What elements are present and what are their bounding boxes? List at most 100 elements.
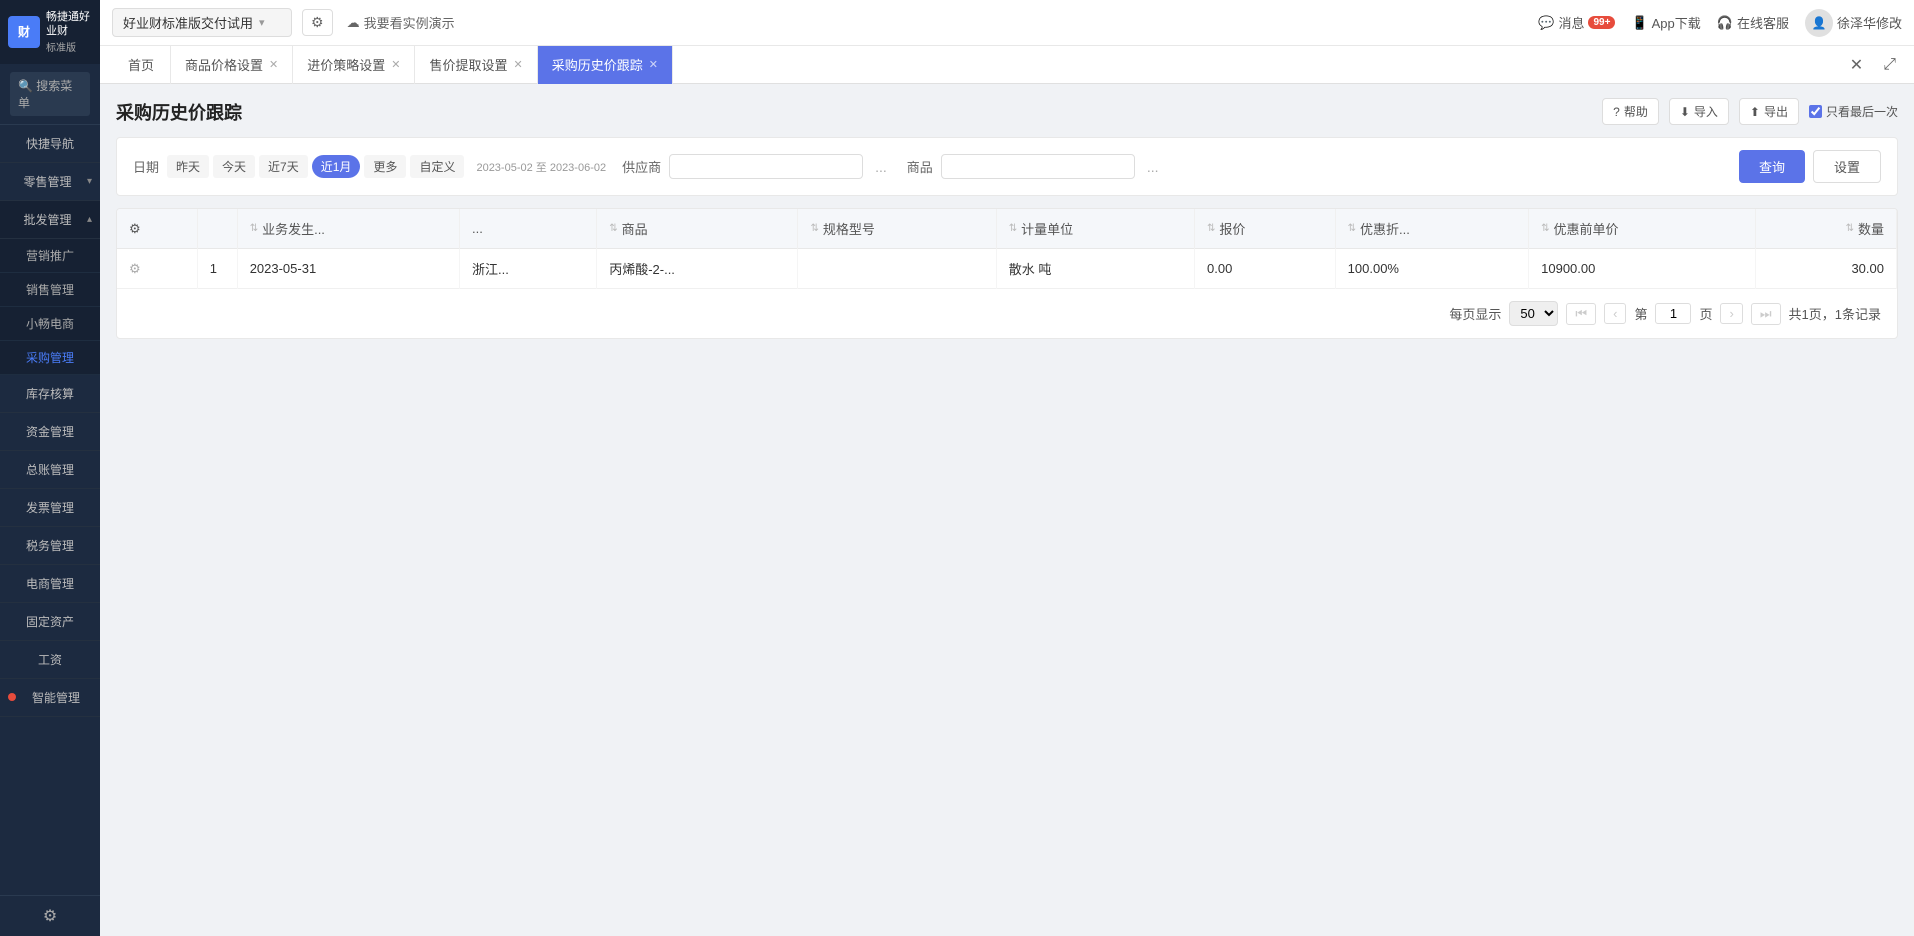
per-page-select[interactable]: 50	[1509, 301, 1558, 326]
date-chip-yesterday[interactable]: 昨天	[167, 155, 209, 178]
col-date-label: 业务发生...	[262, 219, 325, 238]
chevron-down-icon: ▾	[259, 16, 265, 29]
sidebar-item-sales[interactable]: 销售管理	[0, 273, 100, 307]
product-input[interactable]	[941, 154, 1135, 179]
date-chip-more[interactable]: 更多	[364, 155, 406, 178]
tab-sale-price[interactable]: 售价提取设置 ✕	[415, 46, 537, 84]
mobile-icon: 📱	[1631, 15, 1647, 31]
settings-button[interactable]: 设置	[1813, 150, 1881, 183]
close-tab-button[interactable]: ✕	[1844, 53, 1869, 77]
sidebar-item-quick-nav[interactable]: 快捷导航	[0, 125, 100, 163]
sidebar-gear-button[interactable]: ⚙	[43, 906, 57, 926]
date-chip-today[interactable]: 今天	[213, 155, 255, 178]
col-discount[interactable]: ⇅ 优惠折...	[1335, 209, 1528, 249]
date-chip-1month[interactable]: 近1月	[312, 155, 361, 178]
app-download-button[interactable]: 📱 App下载	[1631, 13, 1700, 32]
sort-icon: ⇅	[1348, 223, 1356, 234]
logo-text: 畅捷通好业财	[46, 10, 92, 39]
query-button[interactable]: 查询	[1739, 150, 1805, 183]
tab-close-icon[interactable]: ✕	[514, 58, 523, 71]
tab-close-icon[interactable]: ✕	[269, 58, 278, 71]
table-header-row: ⚙ ⇅ 业务发生... ...	[117, 209, 1897, 249]
page-actions: ? 帮助 ⬇ 导入 ⬆ 导出 只看最后一次	[1602, 98, 1898, 125]
data-table: ⚙ ⇅ 业务发生... ...	[117, 209, 1897, 289]
pagination-last-button[interactable]: ⏭	[1751, 303, 1781, 325]
tab-product-price[interactable]: 商品价格设置 ✕	[171, 46, 293, 84]
col-extra[interactable]: ...	[460, 209, 597, 249]
supplier-input[interactable]	[669, 154, 863, 179]
sidebar-item-smart-mgmt[interactable]: 智能管理	[0, 679, 100, 717]
col-settings[interactable]: ⚙	[117, 209, 197, 249]
sidebar-item-ecommerce-small[interactable]: 小畅电商	[0, 307, 100, 341]
sidebar-item-tax[interactable]: 税务管理	[0, 527, 100, 565]
col-date[interactable]: ⇅ 业务发生...	[237, 209, 459, 249]
sidebar-item-purchase[interactable]: 采购管理	[0, 341, 100, 375]
help-button[interactable]: ? 帮助	[1602, 98, 1659, 125]
tab-purchase-history[interactable]: 采购历史价跟踪 ✕	[538, 46, 673, 84]
tab-close-icon[interactable]: ✕	[649, 58, 658, 71]
tab-home[interactable]: 首页	[112, 46, 171, 84]
expand-button[interactable]: ⤢	[1877, 54, 1902, 76]
col-pre-discount-price[interactable]: ⇅ 优惠前单价	[1529, 209, 1756, 249]
pagination-next-button[interactable]: ›	[1720, 303, 1742, 324]
version-selector[interactable]: 好业财标准版交付试用 ▾	[112, 8, 292, 37]
headset-icon: 🎧	[1717, 15, 1733, 31]
col-spec[interactable]: ⇅ 规格型号	[798, 209, 996, 249]
col-pre-discount-price-label: 优惠前单价	[1554, 219, 1619, 238]
sidebar-item-payroll-label: 工资	[8, 651, 92, 668]
sidebar-item-inventory[interactable]: 库存核算	[0, 375, 100, 413]
export-button[interactable]: ⬆ 导出	[1739, 98, 1799, 125]
demo-link[interactable]: ☁ 我要看实例演示	[347, 13, 455, 32]
product-more-icon[interactable]: ...	[1143, 159, 1163, 175]
search-menu-button[interactable]: 🔍 搜索菜单	[10, 72, 90, 116]
import-button[interactable]: ⬇ 导入	[1669, 98, 1729, 125]
sidebar-item-sales-label: 销售管理	[26, 283, 74, 297]
pagination-first-button[interactable]: ⏮	[1566, 303, 1596, 325]
sidebar-item-wholesale[interactable]: 批发管理 ▴	[0, 201, 100, 239]
settings-icon: ⚙	[129, 221, 141, 237]
filter-actions: 查询 设置	[1739, 150, 1881, 183]
message-button[interactable]: 💬 消息 99+	[1538, 13, 1615, 32]
tab-purchase-strategy[interactable]: 进价策略设置 ✕	[293, 46, 415, 84]
last-only-checkbox[interactable]	[1809, 105, 1822, 118]
sidebar-item-payroll[interactable]: 工资	[0, 641, 100, 679]
sidebar-item-general-ledger[interactable]: 总账管理	[0, 451, 100, 489]
sidebar-item-invoice[interactable]: 发票管理	[0, 489, 100, 527]
sidebar-item-retail-label: 零售管理	[8, 173, 87, 190]
last-only-checkbox-label[interactable]: 只看最后一次	[1809, 103, 1898, 120]
sidebar-item-ecommerce[interactable]: 电商管理	[0, 565, 100, 603]
sidebar-search-section: 🔍 搜索菜单	[0, 64, 100, 125]
app-download-label: App下载	[1652, 13, 1701, 32]
col-product[interactable]: ⇅ 商品	[597, 209, 798, 249]
sidebar-item-fixed-assets[interactable]: 固定资产	[0, 603, 100, 641]
user-button[interactable]: 👤 徐泽华修改	[1805, 9, 1902, 37]
product-filter-label: 商品	[907, 157, 933, 176]
sidebar: 财 畅捷通好业财 标准版 🔍 搜索菜单 快捷导航 零售管理 ▾ 批发管理 ▴ 营…	[0, 0, 100, 936]
topbar-settings-button[interactable]: ⚙	[302, 9, 333, 36]
help-icon: ?	[1613, 105, 1620, 119]
supplier-filter-label: 供应商	[622, 157, 661, 176]
date-chip-7days[interactable]: 近7天	[259, 155, 308, 178]
date-chips: 昨天 今天 近7天 近1月 更多 自定义	[167, 155, 464, 178]
date-chip-custom[interactable]: 自定义	[410, 155, 464, 178]
col-price[interactable]: ⇅ 报价	[1195, 209, 1336, 249]
sidebar-item-retail[interactable]: 零售管理 ▾	[0, 163, 100, 201]
row-quantity: 30.00	[1756, 249, 1897, 289]
sidebar-item-smart-mgmt-label: 智能管理	[20, 689, 92, 706]
col-unit[interactable]: ⇅ 计量单位	[996, 209, 1194, 249]
export-label: 导出	[1764, 103, 1788, 120]
sidebar-item-inventory-label: 库存核算	[8, 385, 92, 402]
pagination-prev-button[interactable]: ‹	[1604, 303, 1626, 324]
sidebar-item-finance[interactable]: 资金管理	[0, 413, 100, 451]
page-label: 第	[1634, 304, 1647, 323]
col-quantity[interactable]: ⇅ 数量	[1756, 209, 1897, 249]
sidebar-item-marketing[interactable]: 营销推广	[0, 239, 100, 273]
sidebar-item-ecommerce-small-label: 小畅电商	[26, 317, 74, 331]
tab-close-icon[interactable]: ✕	[391, 58, 400, 71]
online-service-button[interactable]: 🎧 在线客服	[1717, 13, 1789, 32]
page-number-input[interactable]	[1655, 303, 1691, 324]
sort-icon: ⇅	[1846, 223, 1854, 234]
col-index	[197, 209, 237, 249]
supplier-more-icon[interactable]: ...	[871, 159, 891, 175]
row-settings-icon[interactable]: ⚙	[117, 249, 197, 289]
